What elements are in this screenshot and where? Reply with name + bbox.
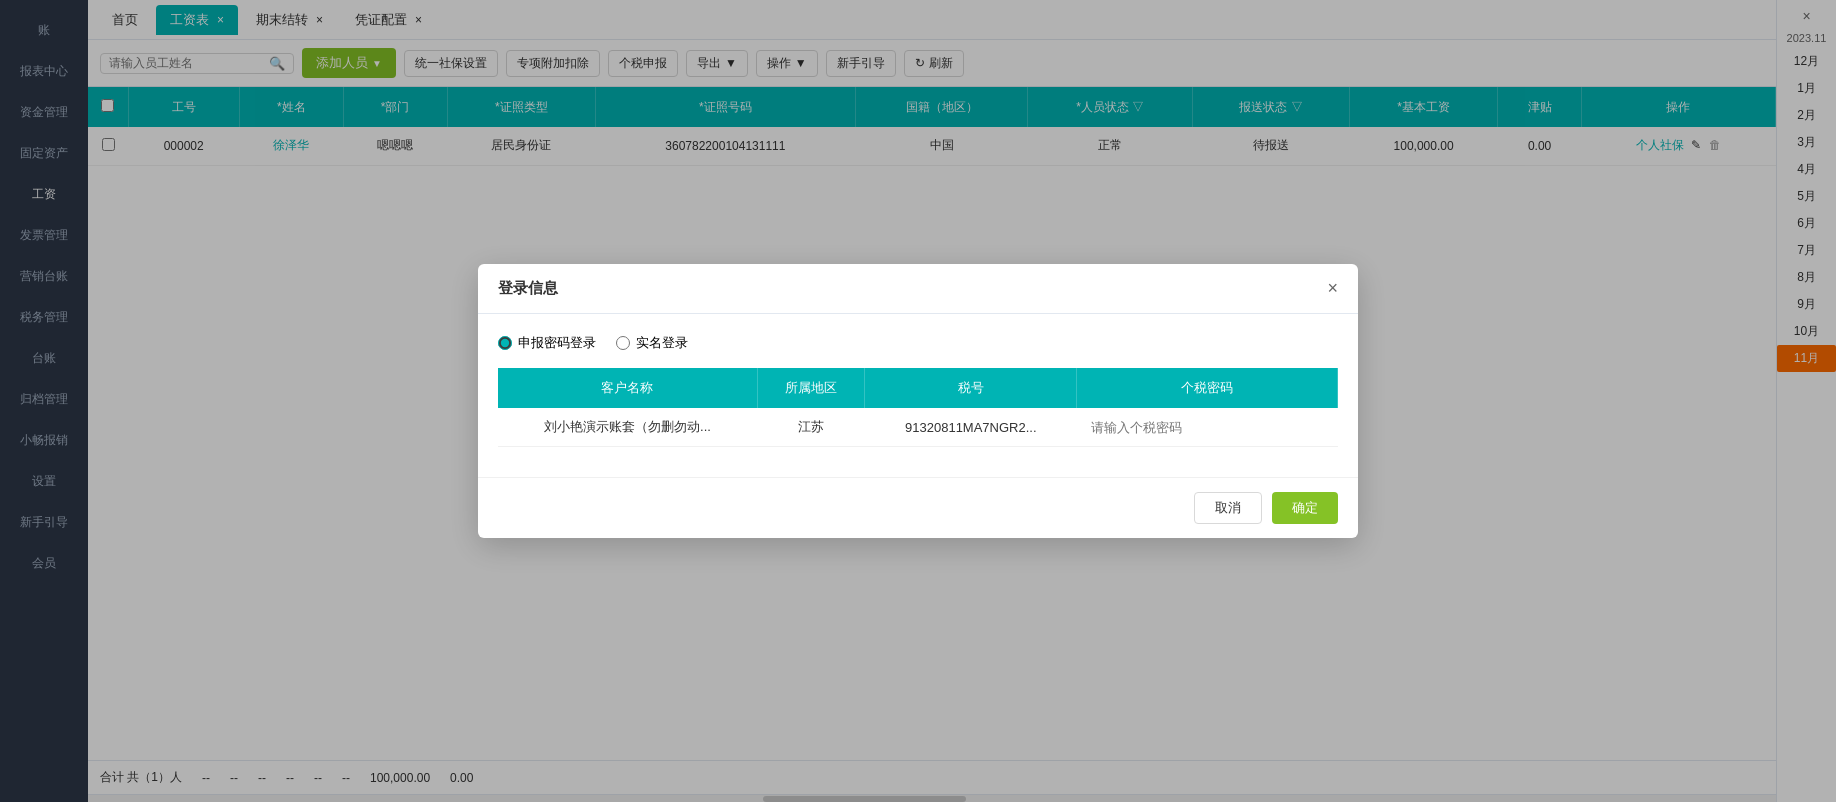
dialog-table-row: 刘小艳演示账套（勿删勿动... 江苏 91320811MA7NGR2... bbox=[498, 408, 1338, 447]
dialog-title: 登录信息 bbox=[498, 279, 558, 298]
dialog-footer: 取消 确定 bbox=[478, 477, 1358, 538]
radio-realname-input[interactable] bbox=[616, 336, 630, 350]
dialog-col-tax-no: 税号 bbox=[865, 368, 1077, 408]
dialog-table: 客户名称 所属地区 税号 个税密码 刘小艳演示账套（勿删勿动... 江苏 913… bbox=[498, 368, 1338, 447]
dialog-region: 江苏 bbox=[757, 408, 865, 447]
radio-password-label[interactable]: 申报密码登录 bbox=[498, 334, 596, 352]
dialog-body: 申报密码登录 实名登录 客户名称 所属地区 税号 个税密码 bbox=[478, 314, 1358, 467]
dialog-col-name: 客户名称 bbox=[498, 368, 757, 408]
dialog-password-input[interactable] bbox=[1091, 420, 1324, 435]
radio-password-input[interactable] bbox=[498, 336, 512, 350]
radio-group: 申报密码登录 实名登录 bbox=[498, 334, 1338, 352]
radio-realname-label[interactable]: 实名登录 bbox=[616, 334, 688, 352]
dialog-close-button[interactable]: × bbox=[1327, 278, 1338, 299]
dialog-col-password: 个税密码 bbox=[1077, 368, 1338, 408]
dialog-overlay: 登录信息 × 申报密码登录 实名登录 客户名称 所属地区 bbox=[0, 0, 1836, 802]
dialog-confirm-button[interactable]: 确定 bbox=[1272, 492, 1338, 524]
dialog-header: 登录信息 × bbox=[478, 264, 1358, 314]
dialog-password-cell[interactable] bbox=[1077, 408, 1338, 447]
login-dialog: 登录信息 × 申报密码登录 实名登录 客户名称 所属地区 bbox=[478, 264, 1358, 538]
dialog-col-region: 所属地区 bbox=[757, 368, 865, 408]
dialog-tax-no: 91320811MA7NGR2... bbox=[865, 408, 1077, 447]
dialog-cancel-button[interactable]: 取消 bbox=[1194, 492, 1262, 524]
dialog-client-name: 刘小艳演示账套（勿删勿动... bbox=[498, 408, 757, 447]
